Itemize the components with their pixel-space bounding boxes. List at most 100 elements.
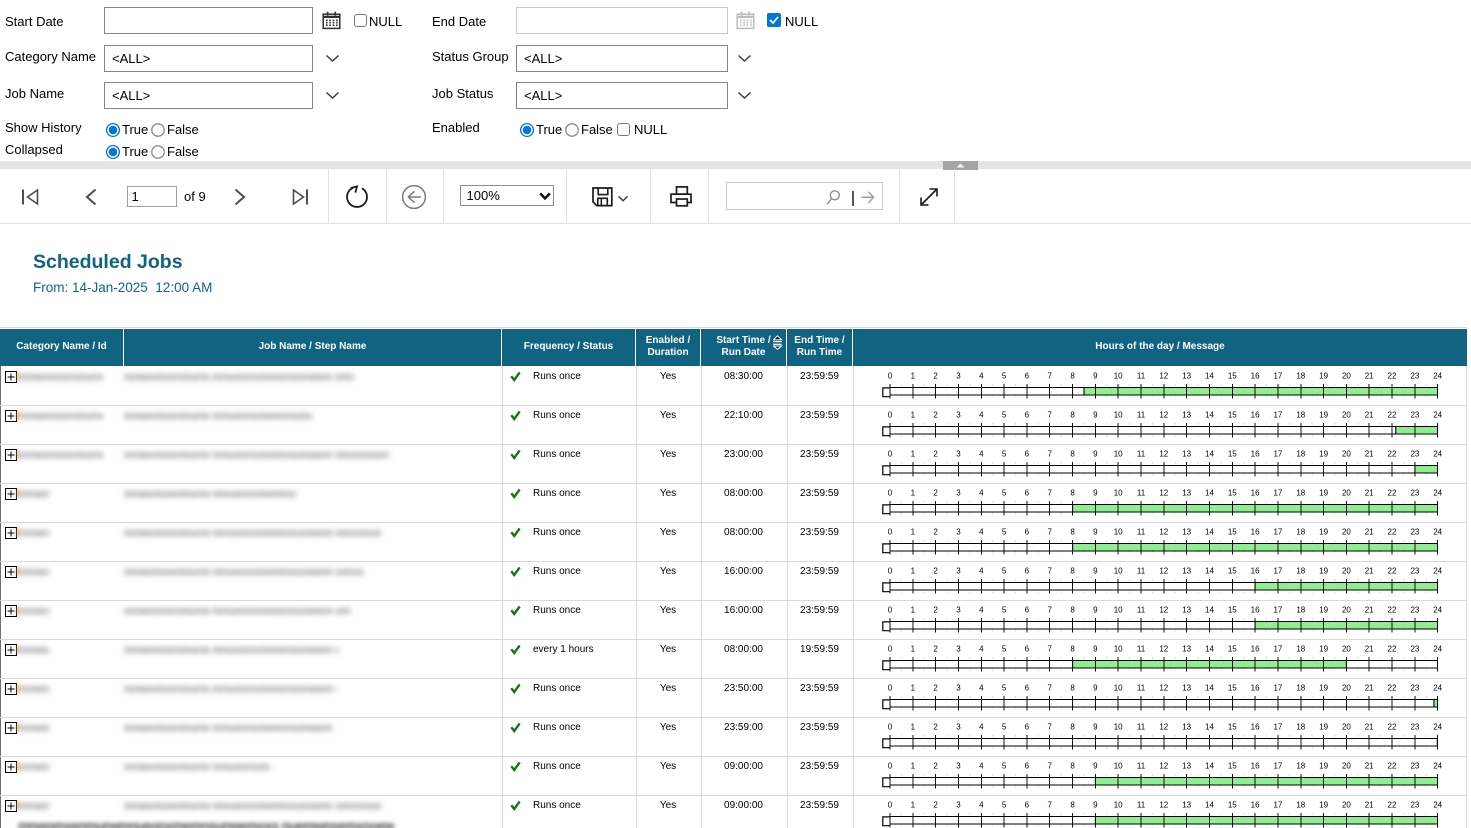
svg-text:19: 19 [1319, 683, 1328, 692]
svg-text:21: 21 [1365, 605, 1374, 614]
svg-text:5: 5 [1002, 800, 1007, 809]
svg-text:10: 10 [1114, 371, 1123, 380]
svg-text:15: 15 [1228, 527, 1237, 536]
svg-text:4: 4 [979, 761, 984, 770]
svg-text:3: 3 [956, 722, 961, 731]
svg-text:20: 20 [1342, 527, 1351, 536]
svg-text:5: 5 [1002, 371, 1007, 380]
svg-text:16: 16 [1251, 488, 1260, 497]
svg-text:16: 16 [1251, 566, 1260, 575]
svg-text:19: 19 [1319, 527, 1328, 536]
svg-text:1: 1 [911, 566, 916, 575]
svg-text:17: 17 [1273, 449, 1282, 458]
svg-text:19: 19 [1319, 566, 1328, 575]
svg-text:1: 1 [911, 488, 916, 497]
svg-text:0: 0 [888, 722, 893, 731]
svg-text:19: 19 [1319, 722, 1328, 731]
svg-text:20: 20 [1342, 761, 1351, 770]
svg-text:0: 0 [888, 683, 893, 692]
svg-text:14: 14 [1205, 527, 1214, 536]
svg-text:19: 19 [1319, 644, 1328, 653]
svg-text:9: 9 [1093, 410, 1098, 419]
svg-text:18: 18 [1296, 566, 1305, 575]
svg-text:18: 18 [1296, 800, 1305, 809]
svg-text:10: 10 [1114, 410, 1123, 419]
svg-text:6: 6 [1025, 605, 1030, 614]
svg-text:7: 7 [1047, 644, 1052, 653]
svg-text:11: 11 [1137, 449, 1146, 458]
svg-text:5: 5 [1002, 683, 1007, 692]
svg-text:14: 14 [1205, 449, 1214, 458]
svg-text:14: 14 [1205, 683, 1214, 692]
svg-text:21: 21 [1365, 761, 1374, 770]
svg-text:21: 21 [1365, 488, 1374, 497]
svg-text:15: 15 [1228, 410, 1237, 419]
svg-text:23: 23 [1410, 722, 1419, 731]
svg-text:10: 10 [1114, 683, 1123, 692]
svg-text:10: 10 [1114, 605, 1123, 614]
svg-text:8: 8 [1070, 683, 1075, 692]
svg-text:7: 7 [1047, 410, 1052, 419]
svg-text:19: 19 [1319, 371, 1328, 380]
svg-text:21: 21 [1365, 566, 1374, 575]
svg-text:16: 16 [1251, 527, 1260, 536]
svg-text:22: 22 [1388, 527, 1397, 536]
svg-text:12: 12 [1159, 761, 1168, 770]
svg-text:5: 5 [1002, 761, 1007, 770]
svg-text:18: 18 [1296, 683, 1305, 692]
svg-text:5: 5 [1002, 722, 1007, 731]
svg-text:3: 3 [956, 761, 961, 770]
svg-text:6: 6 [1025, 644, 1030, 653]
svg-text:5: 5 [1002, 644, 1007, 653]
svg-text:7: 7 [1047, 605, 1052, 614]
svg-text:8: 8 [1070, 488, 1075, 497]
svg-text:13: 13 [1182, 371, 1191, 380]
svg-text:24: 24 [1433, 800, 1442, 809]
svg-text:4: 4 [979, 449, 984, 458]
svg-text:9: 9 [1093, 488, 1098, 497]
svg-text:9: 9 [1093, 449, 1098, 458]
svg-text:3: 3 [956, 605, 961, 614]
svg-text:1: 1 [911, 683, 916, 692]
svg-text:3: 3 [956, 566, 961, 575]
svg-text:1: 1 [911, 722, 916, 731]
svg-text:17: 17 [1273, 761, 1282, 770]
svg-text:23: 23 [1410, 488, 1419, 497]
svg-text:0: 0 [888, 644, 893, 653]
svg-text:13: 13 [1182, 722, 1191, 731]
svg-text:17: 17 [1273, 722, 1282, 731]
svg-text:15: 15 [1228, 683, 1237, 692]
svg-text:6: 6 [1025, 449, 1030, 458]
svg-text:10: 10 [1114, 761, 1123, 770]
svg-text:12: 12 [1159, 800, 1168, 809]
svg-text:6: 6 [1025, 527, 1030, 536]
svg-text:14: 14 [1205, 488, 1214, 497]
svg-text:13: 13 [1182, 488, 1191, 497]
svg-text:17: 17 [1273, 488, 1282, 497]
svg-text:21: 21 [1365, 449, 1374, 458]
svg-text:7: 7 [1047, 800, 1052, 809]
svg-text:10: 10 [1114, 644, 1123, 653]
svg-text:12: 12 [1159, 410, 1168, 419]
svg-text:12: 12 [1159, 722, 1168, 731]
svg-text:19: 19 [1319, 800, 1328, 809]
svg-text:15: 15 [1228, 722, 1237, 731]
svg-text:16: 16 [1251, 722, 1260, 731]
svg-text:1: 1 [911, 761, 916, 770]
svg-text:15: 15 [1228, 800, 1237, 809]
svg-text:13: 13 [1182, 644, 1191, 653]
svg-text:22: 22 [1388, 644, 1397, 653]
svg-text:10: 10 [1114, 566, 1123, 575]
svg-text:5: 5 [1002, 488, 1007, 497]
svg-text:23: 23 [1410, 683, 1419, 692]
svg-text:15: 15 [1228, 761, 1237, 770]
svg-text:18: 18 [1296, 761, 1305, 770]
svg-text:23: 23 [1410, 644, 1419, 653]
svg-text:24: 24 [1433, 761, 1442, 770]
svg-text:18: 18 [1296, 605, 1305, 614]
svg-text:23: 23 [1410, 371, 1419, 380]
svg-text:20: 20 [1342, 449, 1351, 458]
svg-text:13: 13 [1182, 800, 1191, 809]
svg-text:7: 7 [1047, 488, 1052, 497]
svg-text:6: 6 [1025, 800, 1030, 809]
